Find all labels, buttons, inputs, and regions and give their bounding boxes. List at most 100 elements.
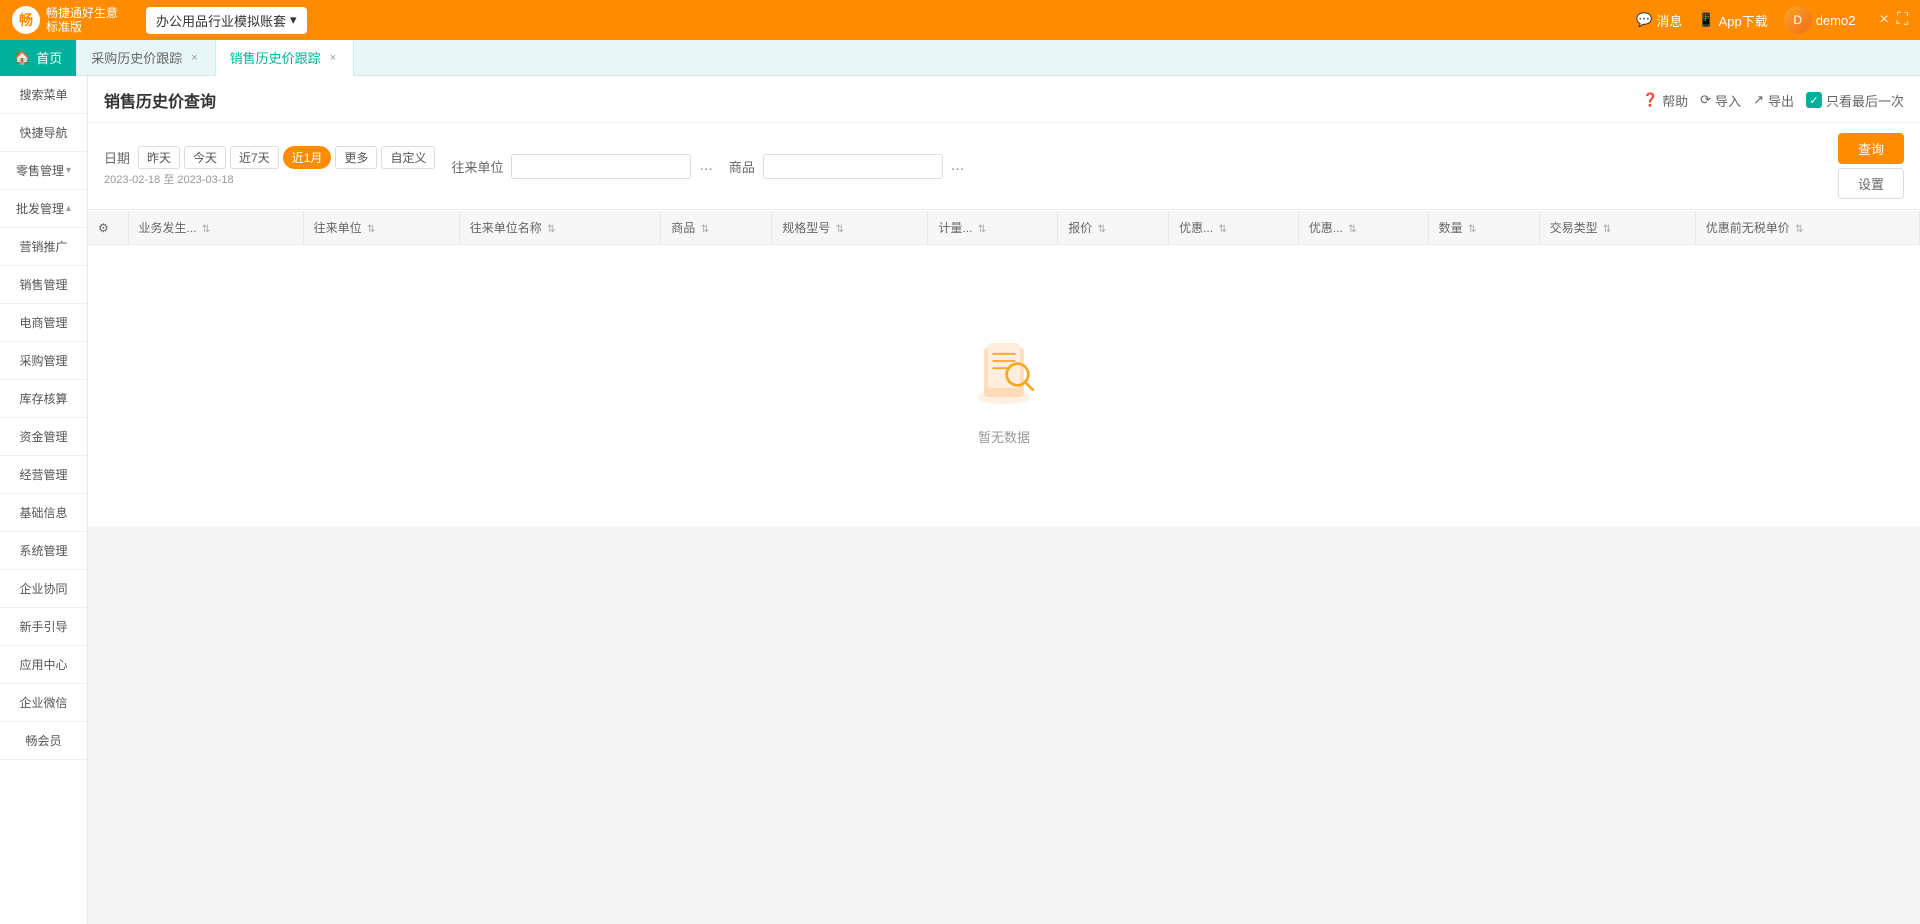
date-btn-today[interactable]: 今天	[184, 146, 226, 169]
date-btn-custom[interactable]: 自定义	[381, 146, 435, 169]
sidebar-item-sales-mgmt[interactable]: 销售管理	[0, 266, 87, 304]
tab-home[interactable]: 🏠 首页	[0, 40, 77, 76]
partner-dots[interactable]: ...	[699, 157, 712, 175]
date-btn-last7days[interactable]: 近7天	[230, 146, 279, 169]
sidebar-item-ecommerce-mgmt[interactable]: 电商管理	[0, 304, 87, 342]
sidebar-item-system-mgmt[interactable]: 系统管理	[0, 532, 87, 570]
sort-icon: ⇅	[1468, 224, 1476, 235]
empty-text: 暂无数据	[978, 427, 1030, 446]
account-dropdown[interactable]: 办公用品行业模拟账套 ▾	[146, 7, 307, 34]
table-col-business-date[interactable]: 业务发生... ⇅	[128, 211, 303, 245]
date-label: 日期	[104, 148, 130, 167]
search-menu-label: 搜索菜单	[19, 86, 67, 103]
table-col-goods[interactable]: 商品 ⇅	[661, 211, 772, 245]
table-col-partner-code[interactable]: 往来单位 ⇅	[303, 211, 459, 245]
sidebar-item-marketing[interactable]: 营销推广	[0, 228, 87, 266]
table-col-pre-tax-price[interactable]: 优惠前无税单价 ⇅	[1695, 211, 1919, 245]
sort-icon: ⇅	[1098, 224, 1106, 235]
sidebar-item-member[interactable]: 畅会员	[0, 722, 87, 760]
chevron-down-icon: ▾	[66, 165, 71, 176]
empty-icon	[959, 325, 1049, 415]
table-col-transaction-type[interactable]: 交易类型 ⇅	[1539, 211, 1695, 245]
date-buttons: 昨天 今天 近7天 近1月 更多 自定义	[138, 146, 435, 169]
date-filter-group: 日期 昨天 今天 近7天 近1月 更多 自定义 2023-02-18 至 202…	[104, 146, 435, 187]
gear-icon: ⚙	[98, 221, 109, 235]
help-icon: ❓	[1642, 92, 1658, 108]
content-area: 销售历史价查询 ❓ 帮助 ⟳ 导入 ↗ 导出 ✓	[88, 76, 1920, 924]
app-download-action[interactable]: 📱 App下载	[1698, 11, 1767, 30]
goods-input[interactable]	[763, 154, 943, 179]
sort-icon: ⇅	[1795, 224, 1803, 235]
sidebar-item-app-center[interactable]: 应用中心	[0, 646, 87, 684]
sort-icon: ⇅	[701, 224, 709, 235]
date-buttons-row: 日期 昨天 今天 近7天 近1月 更多 自定义	[104, 146, 435, 169]
table-col-quantity[interactable]: 数量 ⇅	[1428, 211, 1539, 245]
sidebar-item-search-menu[interactable]: 搜索菜单	[0, 76, 87, 114]
table-col-unit[interactable]: 计量... ⇅	[928, 211, 1058, 245]
import-action[interactable]: ⟳ 导入	[1700, 91, 1741, 110]
sidebar-item-enterprise-coop[interactable]: 企业协同	[0, 570, 87, 608]
sidebar: 搜索菜单 快捷导航 零售管理 ▾ 批发管理 ▴ 营销推广 销售管理 电商管理 采…	[0, 76, 88, 924]
page-actions: ❓ 帮助 ⟳ 导入 ↗ 导出 ✓ 只看最后一次	[1642, 91, 1904, 110]
sidebar-item-basic-info[interactable]: 基础信息	[0, 494, 87, 532]
close-sales-tab-button[interactable]: ×	[327, 51, 339, 65]
goods-dots[interactable]: ...	[951, 157, 964, 175]
sidebar-item-inventory[interactable]: 库存核算	[0, 380, 87, 418]
date-btn-last1month[interactable]: 近1月	[283, 146, 332, 169]
partner-input[interactable]	[511, 154, 691, 179]
tab-sales-history[interactable]: 销售历史价跟踪 ×	[216, 40, 354, 76]
table-col-partner-name[interactable]: 往来单位名称 ⇅	[459, 211, 661, 245]
tab-purchase-history[interactable]: 采购历史价跟踪 ×	[77, 40, 215, 76]
message-action[interactable]: 💬 消息	[1636, 11, 1682, 30]
sort-icon: ⇅	[367, 224, 375, 235]
partner-label: 往来单位	[451, 157, 503, 176]
table-col-discount1[interactable]: 优惠... ⇅	[1169, 211, 1299, 245]
close-purchase-tab-button[interactable]: ×	[188, 51, 200, 65]
sidebar-item-wholesale-mgmt[interactable]: 批发管理 ▴	[0, 190, 87, 228]
only-last-checkbox[interactable]: ✓ 只看最后一次	[1806, 91, 1904, 110]
table-header-row: ⚙ 业务发生... ⇅ 往来单位 ⇅ 往来单位名称	[88, 211, 1920, 245]
partner-filter-group: 往来单位 ...	[451, 154, 712, 179]
sort-icon: ⇅	[1603, 224, 1611, 235]
table-col-spec[interactable]: 规格型号 ⇅	[772, 211, 928, 245]
export-action[interactable]: ↗ 导出	[1753, 91, 1794, 110]
message-icon: 💬	[1636, 12, 1652, 28]
header-left: 畅 畅捷通好生意 标准版 办公用品行业模拟账套 ▾	[12, 6, 307, 35]
header-right: 💬 消息 📱 App下载 D demo2 × ⛶	[1636, 6, 1908, 34]
date-btn-more[interactable]: 更多	[335, 146, 377, 169]
sort-icon: ⇅	[547, 224, 555, 235]
sort-icon: ⇅	[978, 224, 986, 235]
home-icon: 🏠	[14, 50, 30, 66]
close-window-button[interactable]: ×	[1879, 11, 1888, 29]
import-icon: ⟳	[1700, 92, 1711, 108]
sidebar-item-purchase-mgmt[interactable]: 采购管理	[0, 342, 87, 380]
checkbox-icon: ✓	[1806, 92, 1822, 108]
page-container: 销售历史价查询 ❓ 帮助 ⟳ 导入 ↗ 导出 ✓	[88, 76, 1920, 526]
sidebar-item-finance-mgmt[interactable]: 资金管理	[0, 418, 87, 456]
maximize-window-button[interactable]: ⛶	[1897, 11, 1908, 29]
export-icon: ↗	[1753, 92, 1764, 108]
date-range-text: 2023-02-18 至 2023-03-18	[104, 171, 435, 187]
sidebar-item-enterprise-wechat[interactable]: 企业微信	[0, 684, 87, 722]
app-download-icon: 📱	[1698, 12, 1714, 28]
logo-text: 畅捷通好生意 标准版	[46, 6, 118, 35]
top-header: 畅 畅捷通好生意 标准版 办公用品行业模拟账套 ▾ 💬 消息 📱 App下载 D…	[0, 0, 1920, 40]
sort-icon: ⇅	[1218, 224, 1226, 235]
user-avatar-area[interactable]: D demo2	[1784, 6, 1856, 34]
empty-state: 暂无数据	[88, 245, 1920, 526]
help-action[interactable]: ❓ 帮助	[1642, 91, 1688, 110]
sidebar-item-retail-mgmt[interactable]: 零售管理 ▾	[0, 152, 87, 190]
date-btn-yesterday[interactable]: 昨天	[138, 146, 180, 169]
query-button[interactable]: 查询	[1838, 133, 1904, 164]
settings-button[interactable]: 设置	[1838, 168, 1904, 199]
chevron-down-icon: ▾	[290, 12, 297, 28]
table-col-gear[interactable]: ⚙	[88, 211, 128, 245]
table-col-quote[interactable]: 报价 ⇅	[1058, 211, 1169, 245]
table-col-discount2[interactable]: 优惠... ⇅	[1298, 211, 1428, 245]
sidebar-item-quick-nav[interactable]: 快捷导航	[0, 114, 87, 152]
goods-filter-group: 商品 ...	[729, 154, 964, 179]
sidebar-item-business-mgmt[interactable]: 经营管理	[0, 456, 87, 494]
sidebar-item-new-guide[interactable]: 新手引导	[0, 608, 87, 646]
table-area: ⚙ 业务发生... ⇅ 往来单位 ⇅ 往来单位名称	[88, 211, 1920, 526]
logo-icon: 畅	[12, 6, 40, 34]
